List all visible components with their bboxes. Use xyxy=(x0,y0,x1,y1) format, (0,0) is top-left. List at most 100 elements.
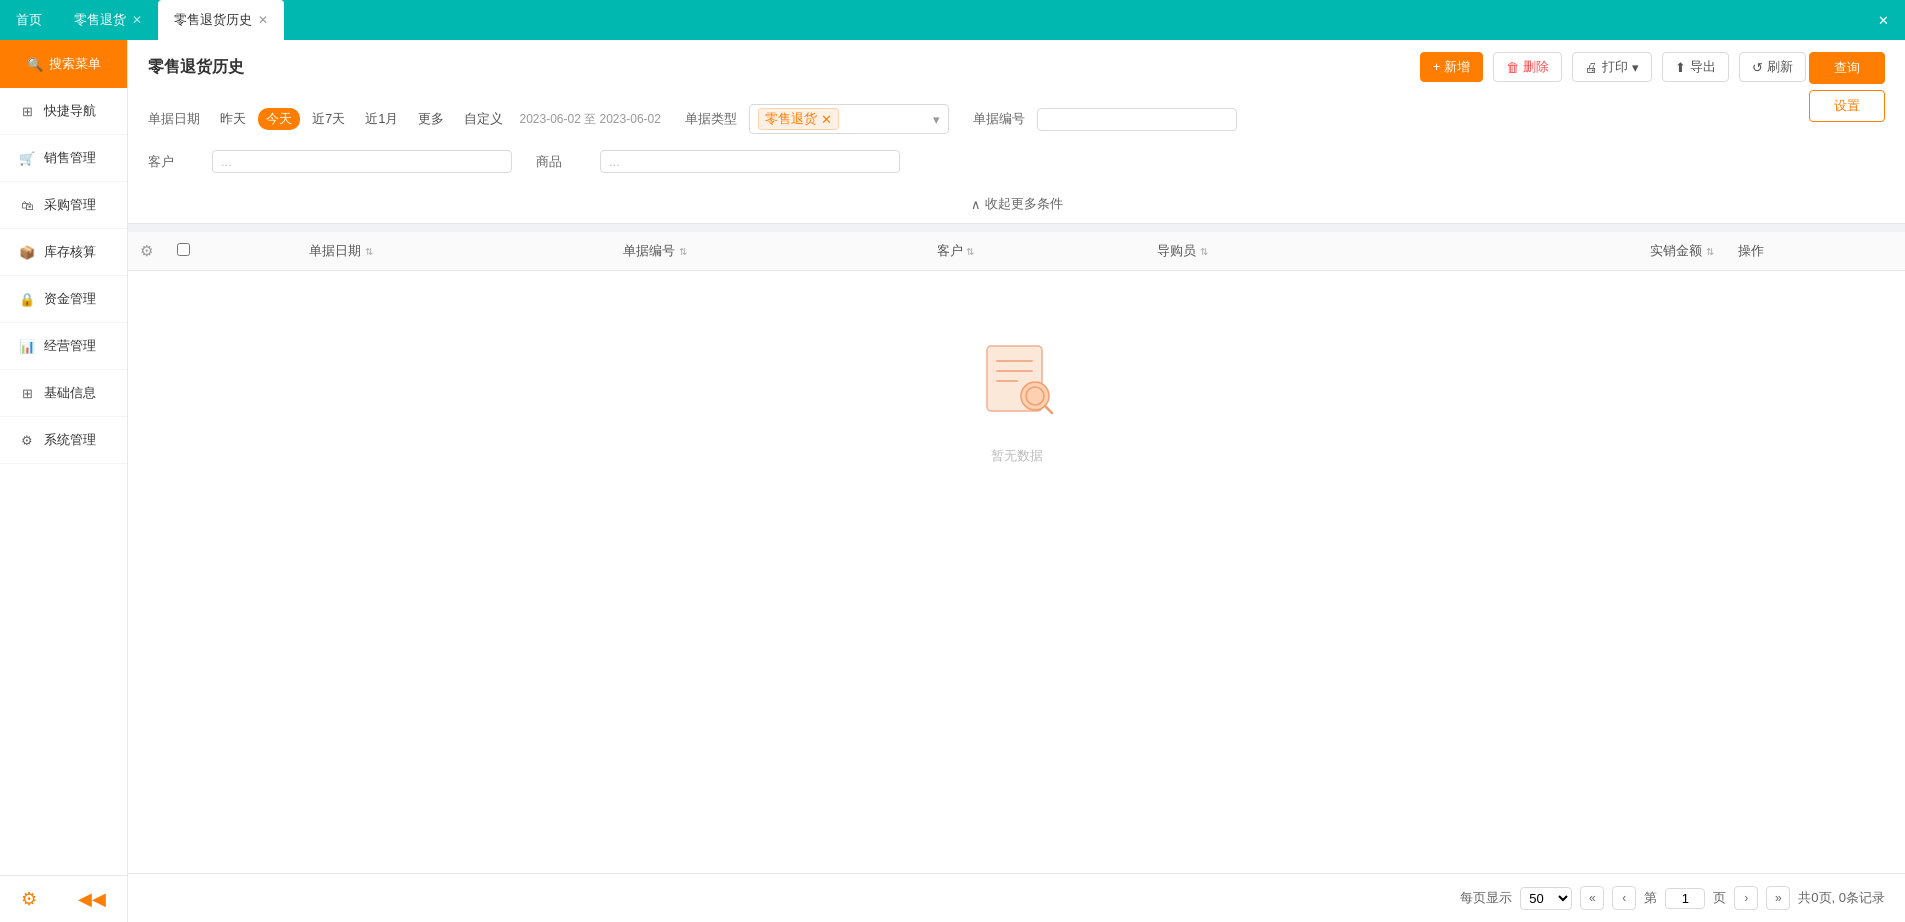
main-layout: 🔍 搜索菜单 ⊞ 快捷导航 🛒 销售管理 🛍 采购管理 📦 库存核算 🔒 资金管… xyxy=(0,40,1905,922)
filter-item-doc-type: 单据类型 零售退货 ✕ ▾ xyxy=(685,104,949,134)
empty-illustration xyxy=(967,331,1067,431)
home-icon: ⊞ xyxy=(18,102,36,120)
date-btn-7days[interactable]: 近7天 xyxy=(304,108,353,130)
sidebar-item-basic-info-label: 基础信息 xyxy=(44,384,96,402)
customer-label: 客户 xyxy=(148,153,204,171)
th-amount-label: 实销金额 xyxy=(1650,243,1702,258)
export-label: 导出 xyxy=(1690,58,1716,76)
sidebar-item-finance-label: 资金管理 xyxy=(44,290,96,308)
date-btn-today[interactable]: 今天 xyxy=(258,108,300,130)
th-date[interactable]: 单据日期 xyxy=(297,232,611,271)
settings-button[interactable]: 设置 xyxy=(1809,90,1885,122)
date-btn-yesterday[interactable]: 昨天 xyxy=(212,108,254,130)
delete-button[interactable]: 🗑 删除 xyxy=(1493,52,1562,82)
tab-retail-return-history[interactable]: 零售退货历史 ✕ xyxy=(158,0,284,40)
delete-label: 删除 xyxy=(1523,58,1549,76)
goods-label: 商品 xyxy=(536,153,592,171)
tab-retail-return-history-close[interactable]: ✕ xyxy=(258,13,268,27)
filter-row-1: 单据日期 昨天 今天 近7天 近1月 更多 自定义 2023-06-02 至 2… xyxy=(148,104,1885,142)
gear-bottom-icon[interactable]: ⚙ xyxy=(21,888,37,910)
collapse-up-icon: ∧ xyxy=(971,197,981,212)
chart-icon: 📊 xyxy=(18,337,36,355)
per-page-label: 每页显示 xyxy=(1460,889,1512,907)
prev-page-button[interactable]: ‹ xyxy=(1612,886,1636,910)
main-table: ⚙ 单据日期 单据编号 客户 xyxy=(128,232,1905,271)
export-icon: ⬆ xyxy=(1675,60,1686,75)
sidebar-item-finance[interactable]: 🔒 资金管理 xyxy=(0,276,127,323)
sidebar-item-inventory[interactable]: 📦 库存核算 xyxy=(0,229,127,276)
empty-text: 暂无数据 xyxy=(991,447,1043,465)
sidebar-item-basic-info[interactable]: ⊞ 基础信息 xyxy=(0,370,127,417)
table-head: ⚙ 单据日期 单据编号 客户 xyxy=(128,232,1905,271)
doc-type-tag-close[interactable]: ✕ xyxy=(821,112,832,127)
collapse-bar[interactable]: ∧ 收起更多条件 xyxy=(148,189,1885,223)
table-wrap: ⚙ 单据日期 单据编号 客户 xyxy=(128,232,1905,873)
sidebar-item-quick-nav[interactable]: ⊞ 快捷导航 xyxy=(0,88,127,135)
last-page-button[interactable]: » xyxy=(1766,886,1790,910)
tab-retail-return[interactable]: 零售退货 ✕ xyxy=(58,0,158,40)
th-amount[interactable]: 实销金额 xyxy=(1412,232,1726,271)
tab-home[interactable]: 首页 xyxy=(0,0,58,40)
svg-line-6 xyxy=(1045,406,1052,413)
date-range-text: 2023-06-02 至 2023-06-02 xyxy=(519,111,660,128)
box-icon: 📦 xyxy=(18,243,36,261)
query-settings-group: 查询 设置 xyxy=(1809,52,1885,122)
refresh-button[interactable]: ↺ 刷新 xyxy=(1739,52,1806,82)
lock-icon: 🔒 xyxy=(18,290,36,308)
tab-retail-return-close[interactable]: ✕ xyxy=(132,13,142,27)
date-btn-custom[interactable]: 自定义 xyxy=(456,108,511,130)
page-title: 零售退货历史 xyxy=(148,57,244,78)
table-gear-icon[interactable]: ⚙ xyxy=(140,242,153,259)
sidebar: 🔍 搜索菜单 ⊞ 快捷导航 🛒 销售管理 🛍 采购管理 📦 库存核算 🔒 资金管… xyxy=(0,40,128,922)
next-page-button[interactable]: › xyxy=(1734,886,1758,910)
tab-retail-return-history-label: 零售退货历史 xyxy=(174,11,252,29)
th-number[interactable]: 单据编号 xyxy=(611,232,925,271)
query-button[interactable]: 查询 xyxy=(1809,52,1885,84)
sidebar-search[interactable]: 🔍 搜索菜单 xyxy=(0,40,127,88)
sidebar-item-operations[interactable]: 📊 经营管理 xyxy=(0,323,127,370)
refresh-icon: ↺ xyxy=(1752,60,1763,75)
export-button[interactable]: ⬆ 导出 xyxy=(1662,52,1729,82)
date-filter-buttons: 昨天 今天 近7天 近1月 更多 自定义 2023-06-02 至 2023-0… xyxy=(212,108,661,130)
doc-number-label: 单据编号 xyxy=(973,110,1029,128)
new-button[interactable]: + 新增 xyxy=(1420,52,1483,82)
volume-bottom-icon[interactable]: ◀◀ xyxy=(78,888,106,910)
print-button[interactable]: 🖨 打印 ▾ xyxy=(1572,52,1652,82)
doc-type-select[interactable]: 零售退货 ✕ ▾ xyxy=(749,104,949,134)
filter-item-doc-number: 单据编号 xyxy=(973,108,1237,131)
cart-icon: 🛒 xyxy=(18,149,36,167)
doc-number-input[interactable] xyxy=(1037,108,1237,131)
customer-input[interactable]: ... xyxy=(212,150,512,173)
table-empty-state: 暂无数据 xyxy=(128,271,1905,525)
sidebar-item-purchase[interactable]: 🛍 采购管理 xyxy=(0,182,127,229)
goods-input[interactable]: ... xyxy=(600,150,900,173)
th-settings: ⚙ xyxy=(128,232,165,271)
sidebar-item-system[interactable]: ⚙ 系统管理 xyxy=(0,417,127,464)
pagination: 每页显示 10 20 50 100 « ‹ 第 页 › » 共0页, 0条记录 xyxy=(128,873,1905,922)
print-label: 打印 xyxy=(1602,58,1628,76)
th-customer-label: 客户 xyxy=(937,243,963,258)
content-area: 零售退货历史 + 新增 🗑 删除 🖨 打印 ▾ ⬆ 导出 xyxy=(128,40,1905,922)
th-customer[interactable]: 客户 xyxy=(925,232,1146,271)
select-all-checkbox[interactable] xyxy=(177,243,190,256)
per-page-select[interactable]: 10 20 50 100 xyxy=(1520,887,1572,910)
sidebar-item-sales-label: 销售管理 xyxy=(44,149,96,167)
date-btn-1month[interactable]: 近1月 xyxy=(357,108,406,130)
th-guide[interactable]: 导购员 xyxy=(1145,232,1412,271)
topbar-close[interactable]: ✕ xyxy=(1878,13,1905,28)
table-scroll: ⚙ 单据日期 单据编号 客户 xyxy=(128,232,1905,873)
collapse-label: 收起更多条件 xyxy=(985,195,1063,213)
print-dropdown-icon: ▾ xyxy=(1632,60,1639,75)
th-action-label: 操作 xyxy=(1738,243,1764,258)
sidebar-item-sales[interactable]: 🛒 销售管理 xyxy=(0,135,127,182)
date-btn-more[interactable]: 更多 xyxy=(410,108,452,130)
doc-type-label: 单据类型 xyxy=(685,110,741,128)
first-page-button[interactable]: « xyxy=(1580,886,1604,910)
settings-icon: ⚙ xyxy=(18,431,36,449)
table-header-row: ⚙ 单据日期 单据编号 客户 xyxy=(128,232,1905,271)
bag-icon: 🛍 xyxy=(18,196,36,214)
page-number-input[interactable] xyxy=(1665,888,1705,909)
doc-type-arrow-icon: ▾ xyxy=(933,112,940,127)
th-number-label: 单据编号 xyxy=(623,243,675,258)
refresh-label: 刷新 xyxy=(1767,58,1793,76)
